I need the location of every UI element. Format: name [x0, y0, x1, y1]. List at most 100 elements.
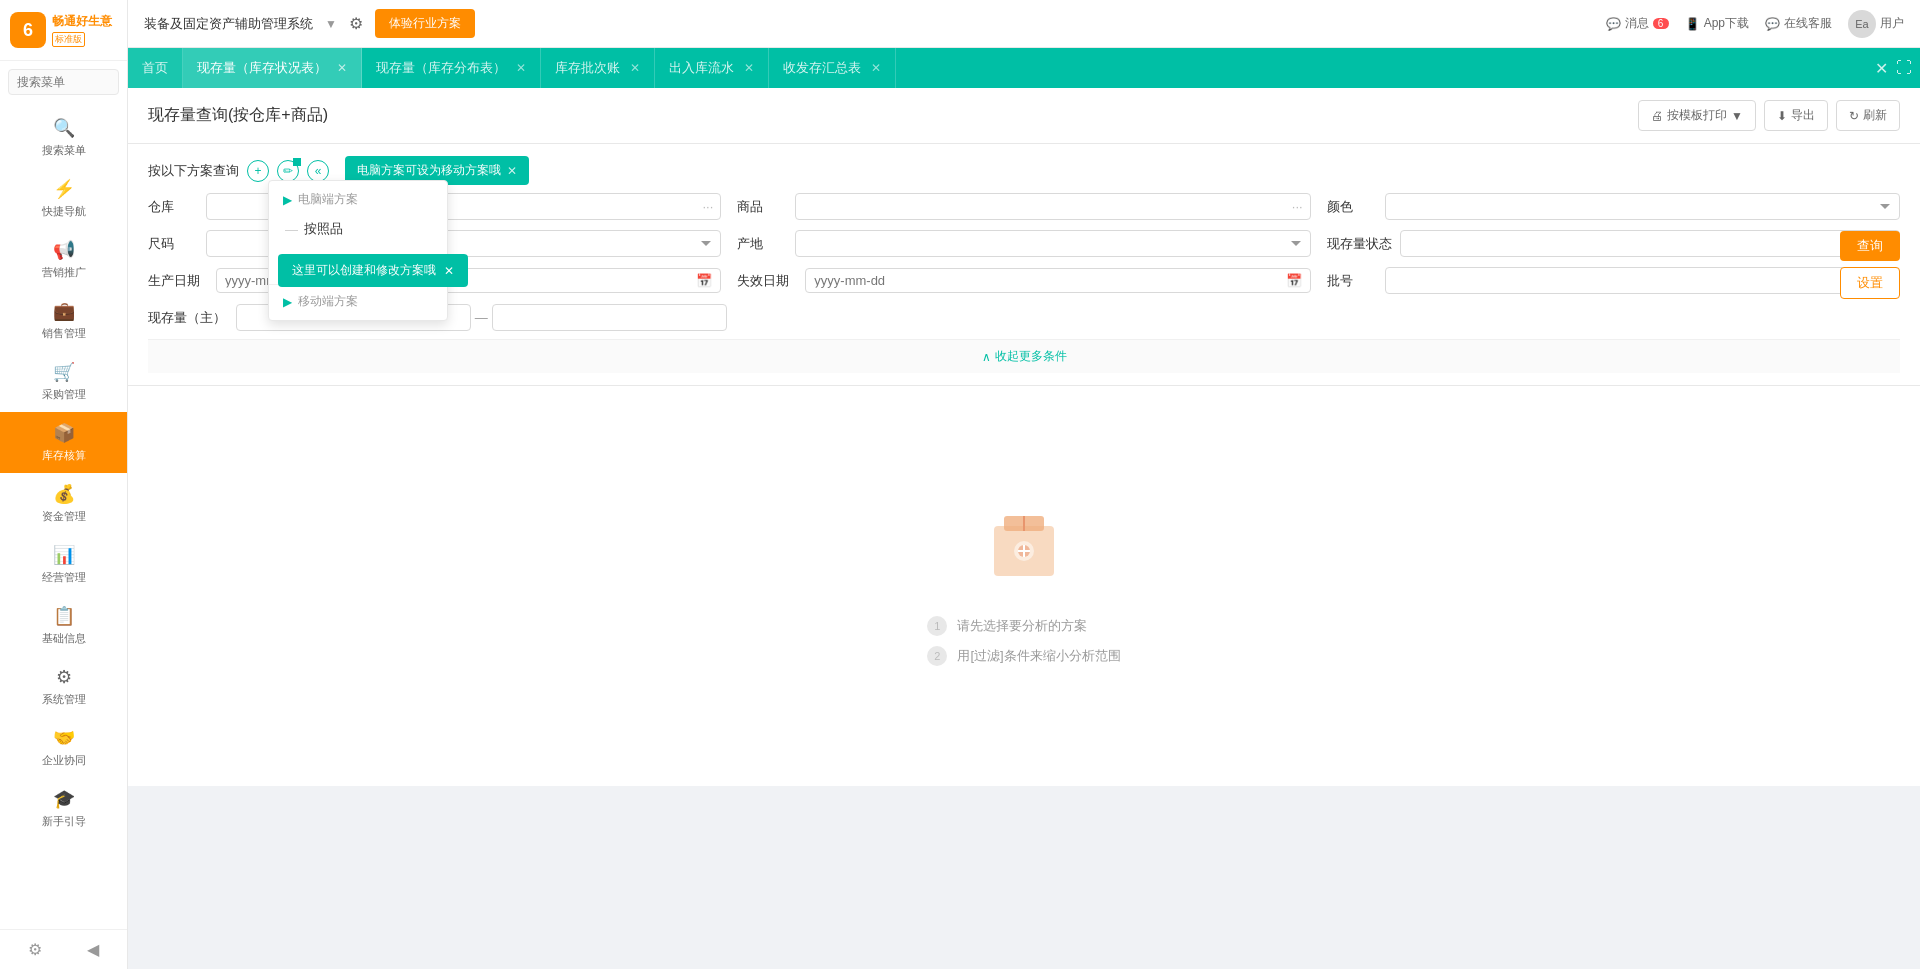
stock-main-label: 现存量（主）: [148, 309, 228, 327]
scheme-section-desktop: ▶ 电脑端方案: [269, 187, 447, 212]
export-btn[interactable]: ⬇ 导出: [1764, 100, 1828, 131]
batch-field: 批号: [1327, 267, 1900, 294]
user-area[interactable]: Ea 用户: [1848, 10, 1904, 38]
tab-close-all-btn[interactable]: ✕: [1875, 59, 1888, 78]
tab-summary[interactable]: 收发存汇总表 ✕: [769, 48, 896, 88]
sidebar-item-system[interactable]: ⚙ 系统管理: [0, 656, 127, 717]
sidebar-bottom: ⚙ ◀: [0, 929, 127, 969]
filter-label: 按以下方案查询: [148, 162, 239, 180]
collapse-sidebar-btn[interactable]: ◀: [87, 940, 99, 959]
add-scheme-btn[interactable]: +: [247, 160, 269, 182]
set-btn[interactable]: 设置: [1840, 267, 1900, 299]
tab-home[interactable]: 首页: [128, 48, 183, 88]
logo-area: 6 畅通好生意 标准版: [0, 0, 127, 61]
tab-close-stock-status[interactable]: ✕: [337, 61, 347, 75]
back-scheme-btn[interactable]: «: [307, 160, 329, 182]
tooltip1-close[interactable]: ✕: [507, 164, 517, 178]
expire-date-calendar-icon[interactable]: 📅: [1286, 273, 1302, 288]
inventory-icon: 📦: [53, 422, 75, 444]
stock-status-label: 现存量状态: [1327, 235, 1392, 253]
warehouse-dots-btn[interactable]: ···: [702, 199, 713, 214]
tab-close-stock-dist[interactable]: ✕: [516, 61, 526, 75]
scheme-item-by-sku[interactable]: — 按照品: [269, 212, 447, 246]
guide-icon: 🎓: [53, 788, 75, 810]
logo-text: 畅通好生意 标准版: [52, 13, 112, 47]
sidebar-item-inventory[interactable]: 📦 库存核算: [0, 412, 127, 473]
empty-state: 1 请先选择要分析的方案 2 用[过滤]条件来缩小分析范围: [128, 386, 1920, 786]
search-input[interactable]: [8, 69, 119, 95]
nav-search[interactable]: [0, 61, 127, 103]
warehouse-label: 仓库: [148, 198, 198, 216]
topbar-right: 💬 消息 6 📱 App下载 💬 在线客服 Ea 用户: [1606, 10, 1904, 38]
produce-date-label: 生产日期: [148, 272, 208, 290]
edit-scheme-btn[interactable]: ✏: [277, 160, 299, 182]
nav-list: 🔍 搜索菜单 ⚡ 快捷导航 📢 营销推广 💼 销售管理 🛒 采购管理 📦: [0, 103, 127, 929]
industry-btn[interactable]: 体验行业方案: [375, 9, 475, 38]
settings-bottom-btn[interactable]: ⚙: [28, 940, 42, 959]
phone-icon: 📱: [1685, 17, 1700, 31]
query-btn[interactable]: 查询: [1840, 231, 1900, 261]
system-dropdown-btn[interactable]: ▼: [325, 17, 337, 31]
sidebar: 6 畅通好生意 标准版 🔍 搜索菜单 ⚡ 快捷导航 📢 营销推广: [0, 0, 128, 969]
sidebar-item-guide[interactable]: 🎓 新手引导: [0, 778, 127, 839]
tab-stock-dist[interactable]: 现存量（库存分布表） ✕: [362, 48, 541, 88]
sidebar-item-finance[interactable]: 💰 资金管理: [0, 473, 127, 534]
expire-date-label: 失效日期: [737, 272, 797, 290]
step-num-2: 2: [927, 646, 947, 666]
batch-input[interactable]: [1385, 267, 1900, 294]
expire-date-input[interactable]: [814, 273, 1281, 288]
message-btn[interactable]: 💬 消息 6: [1606, 15, 1669, 32]
color-select[interactable]: [1385, 193, 1900, 220]
refresh-btn[interactable]: ↻ 刷新: [1836, 100, 1900, 131]
refresh-icon: ↻: [1849, 109, 1859, 123]
online-service-btn[interactable]: 💬 在线客服: [1765, 15, 1832, 32]
expire-date-field: 失效日期 📅: [737, 268, 1310, 293]
triangle-icon: ▶: [283, 193, 292, 207]
tab-close-summary[interactable]: ✕: [871, 61, 881, 75]
tab-batch-account[interactable]: 库存批次账 ✕: [541, 48, 655, 88]
system-name: 装备及固定资产辅助管理系统: [144, 15, 313, 33]
scheme-dot: [293, 158, 301, 166]
tab-close-inout[interactable]: ✕: [744, 61, 754, 75]
goods-field: 商品 ···: [737, 193, 1310, 220]
sidebar-item-purchase[interactable]: 🛒 采购管理: [0, 351, 127, 412]
stock-status-select[interactable]: [1400, 230, 1900, 257]
stock-main-max[interactable]: [492, 304, 727, 331]
empty-step-1: 1 请先选择要分析的方案: [927, 616, 1120, 636]
collapse-bar: ∧ 收起更多条件: [148, 339, 1900, 373]
goods-input[interactable]: [795, 193, 1310, 220]
sidebar-item-marketing[interactable]: 📢 营销推广: [0, 229, 127, 290]
message-icon: 💬: [1606, 17, 1621, 31]
print-btn[interactable]: 🖨 按模板打印 ▼: [1638, 100, 1756, 131]
content-area: 现存量查询(按仓库+商品) 🖨 按模板打印 ▼ ⬇ 导出 ↻ 刷新: [128, 88, 1920, 969]
origin-select[interactable]: [795, 230, 1310, 257]
sidebar-item-basic[interactable]: 📋 基础信息: [0, 595, 127, 656]
collab-icon: 🤝: [53, 727, 75, 749]
scheme-panel: ▶ 电脑端方案 — 按照品 — 按商品 ▶ 移动端方案: [268, 180, 448, 321]
basic-icon: 📋: [53, 605, 75, 627]
produce-date-calendar-icon[interactable]: 📅: [696, 273, 712, 288]
tab-actions: ✕ ⛶: [1867, 59, 1920, 78]
sidebar-item-quicknav[interactable]: ⚡ 快捷导航: [0, 168, 127, 229]
sidebar-item-sales[interactable]: 💼 销售管理: [0, 290, 127, 351]
tab-stock-status[interactable]: 现存量（库存状况表） ✕: [183, 48, 362, 88]
topbar-settings-btn[interactable]: ⚙: [349, 14, 363, 33]
tab-close-batch[interactable]: ✕: [630, 61, 640, 75]
range-separator: —: [475, 310, 488, 325]
color-field: 颜色: [1327, 193, 1900, 220]
origin-field: 产地: [737, 230, 1310, 257]
sidebar-item-operations[interactable]: 📊 经营管理: [0, 534, 127, 595]
collapse-btn[interactable]: ∧ 收起更多条件: [982, 348, 1067, 365]
step-num-1: 1: [927, 616, 947, 636]
goods-dots-btn[interactable]: ···: [1292, 199, 1303, 214]
sub-tooltip-close[interactable]: ✕: [444, 264, 454, 278]
page-header: 现存量查询(按仓库+商品) 🖨 按模板打印 ▼ ⬇ 导出 ↻ 刷新: [128, 88, 1920, 144]
sidebar-item-search[interactable]: 🔍 搜索菜单: [0, 107, 127, 168]
tab-expand-btn[interactable]: ⛶: [1896, 59, 1912, 77]
tab-inout-flow[interactable]: 出入库流水 ✕: [655, 48, 769, 88]
sidebar-item-collab[interactable]: 🤝 企业协同: [0, 717, 127, 778]
quicknav-icon: ⚡: [53, 178, 75, 200]
app-download-btn[interactable]: 📱 App下载: [1685, 15, 1749, 32]
empty-step-2: 2 用[过滤]条件来缩小分析范围: [927, 646, 1120, 666]
sub-tooltip: 这里可以创建和修改方案哦 ✕: [278, 254, 468, 287]
